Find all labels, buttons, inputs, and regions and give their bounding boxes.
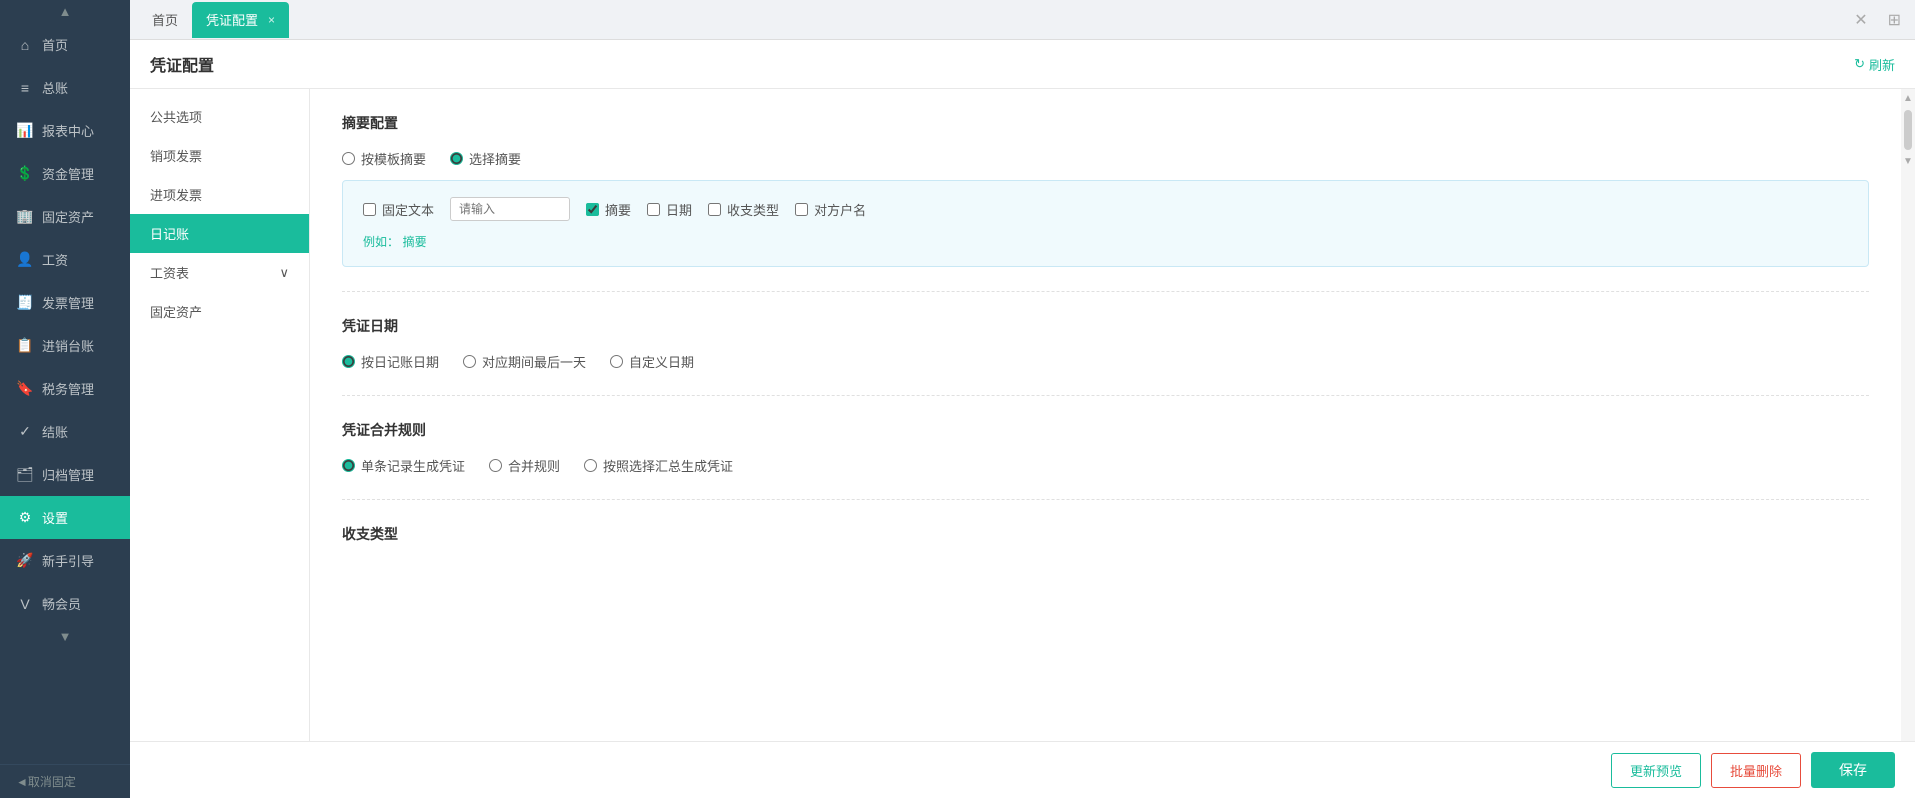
tab-voucher-config[interactable]: 凭证配置 ×	[192, 2, 289, 38]
checkbox-summary[interactable]: 摘要	[586, 200, 631, 219]
left-nav: 公共选项 销项发票 进项发票 日记账 工资表 ∨ 固定资产	[130, 89, 310, 741]
nav-journal[interactable]: 日记账	[130, 214, 309, 253]
maximize-button[interactable]: ⊞	[1882, 8, 1907, 32]
sidebar-item-funds[interactable]: 💲 资金管理	[0, 152, 130, 195]
nav-fixed-assets[interactable]: 固定资产	[130, 292, 309, 331]
tax-icon: 🔖	[16, 380, 34, 397]
summary-radio-template[interactable]: 按模板摘要	[342, 149, 426, 168]
summary-section: 摘要配置 按模板摘要 选择摘要	[342, 113, 1869, 292]
date-radio-custom[interactable]: 自定义日期	[610, 352, 694, 371]
page-title: 凭证配置	[150, 52, 214, 76]
tab-close-icon[interactable]: ×	[268, 13, 275, 27]
summary-radio-group: 按模板摘要 选择摘要	[342, 149, 1869, 168]
tab-bar: 首页 凭证配置 × ✕ ⊞	[130, 0, 1915, 40]
save-button[interactable]: 保存	[1811, 752, 1895, 788]
sidebar-item-vip[interactable]: V 畅会员	[0, 582, 130, 625]
main-area: 首页 凭证配置 × ✕ ⊞ 凭证配置 ↻ 刷新 公共选项	[130, 0, 1915, 798]
example-value: 摘要	[403, 235, 427, 249]
sidebar-item-ledger[interactable]: ≡ 总账	[0, 66, 130, 109]
merge-radio-group: 单条记录生成凭证 合并规则 按照选择汇总生成凭证	[342, 456, 1869, 475]
sidebar-item-assets[interactable]: 🏢 固定资产	[0, 195, 130, 238]
home-icon: ⌂	[16, 37, 34, 53]
bottom-bar: 更新预览 批量删除 保存	[130, 741, 1915, 798]
summary-radio-select[interactable]: 选择摘要	[450, 149, 521, 168]
date-section: 凭证日期 按日记账日期 对应期间最后一天 自定义日期	[342, 316, 1869, 396]
purchase-sales-icon: 📋	[16, 337, 34, 354]
scroll-up-arrow[interactable]: ▲	[1899, 89, 1915, 108]
merge-section-title: 凭证合并规则	[342, 420, 1869, 440]
checkbox-counterpart-name[interactable]: 对方户名	[795, 200, 866, 219]
fixed-text-input[interactable]	[450, 197, 570, 221]
right-content: 摘要配置 按模板摘要 选择摘要	[310, 89, 1901, 741]
checkbox-income-type[interactable]: 收支类型	[708, 200, 779, 219]
sidebar-item-home[interactable]: ⌂ 首页	[0, 23, 130, 66]
nav-sales-invoice[interactable]: 销项发票	[130, 136, 309, 175]
sidebar: ▲ ⌂ 首页 ≡ 总账 📊 报表中心 💲 资金管理 🏢 固定资产 👤 工资 🧾 …	[0, 0, 130, 798]
sidebar-item-invoice[interactable]: 🧾 发票管理	[0, 281, 130, 324]
settings-icon: ⚙	[16, 509, 34, 526]
archive-icon: 🗂	[16, 466, 34, 483]
sidebar-item-closing[interactable]: ✓ 结账	[0, 410, 130, 453]
nav-purchase-invoice[interactable]: 进项发票	[130, 175, 309, 214]
closing-icon: ✓	[16, 423, 34, 440]
sidebar-item-payroll[interactable]: 👤 工资	[0, 238, 130, 281]
invoice-icon: 🧾	[16, 294, 34, 311]
minimize-button[interactable]: ✕	[1848, 8, 1873, 32]
example-prefix: 例如：	[363, 235, 399, 249]
date-section-title: 凭证日期	[342, 316, 1869, 336]
window-controls: ✕ ⊞	[1848, 8, 1907, 32]
payroll-icon: 👤	[16, 251, 34, 268]
sidebar-item-archive[interactable]: 🗂 归档管理	[0, 453, 130, 496]
sidebar-item-settings[interactable]: ⚙ 设置	[0, 496, 130, 539]
batch-delete-button[interactable]: 批量删除	[1711, 753, 1801, 788]
nav-payroll-table[interactable]: 工资表 ∨	[130, 253, 309, 292]
checkbox-fixed-text[interactable]: 固定文本	[363, 200, 434, 219]
refresh-icon: ↻	[1854, 56, 1865, 72]
summary-config-box: 固定文本 摘要 日期	[342, 180, 1869, 267]
scroll-down-arrow[interactable]: ▼	[1899, 152, 1915, 171]
date-radio-journal[interactable]: 按日记账日期	[342, 352, 439, 371]
funds-icon: 💲	[16, 165, 34, 182]
sidebar-item-purchase-sales[interactable]: 📋 进销台账	[0, 324, 130, 367]
sidebar-item-guide[interactable]: 🚀 新手引导	[0, 539, 130, 582]
merge-section: 凭证合并规则 单条记录生成凭证 合并规则 按照选择汇总生成凭证	[342, 420, 1869, 500]
sidebar-item-reports[interactable]: 📊 报表中心	[0, 109, 130, 152]
merge-radio-single[interactable]: 单条记录生成凭证	[342, 456, 465, 475]
assets-icon: 🏢	[16, 208, 34, 225]
example-row: 例如： 摘要	[363, 233, 1848, 250]
update-preview-button[interactable]: 更新预览	[1611, 753, 1701, 788]
income-type-title: 收支类型	[342, 524, 1869, 544]
chevron-down-icon: ∨	[279, 265, 289, 281]
checkbox-date[interactable]: 日期	[647, 200, 692, 219]
guide-icon: 🚀	[16, 552, 34, 569]
nav-public-options[interactable]: 公共选项	[130, 97, 309, 136]
refresh-button[interactable]: ↻ 刷新	[1854, 55, 1895, 74]
summary-section-title: 摘要配置	[342, 113, 1869, 133]
ledger-icon: ≡	[16, 80, 34, 96]
body-layout: 公共选项 销项发票 进项发票 日记账 工资表 ∨ 固定资产	[130, 89, 1915, 741]
checkbox-row: 固定文本 摘要 日期	[363, 197, 1848, 221]
tab-home[interactable]: 首页	[138, 2, 192, 38]
content-area: 凭证配置 ↻ 刷新 公共选项 销项发票 进项发票 日记账	[130, 40, 1915, 798]
merge-radio-merge[interactable]: 合并规则	[489, 456, 560, 475]
sidebar-item-tax[interactable]: 🔖 税务管理	[0, 367, 130, 410]
scroll-thumb[interactable]	[1904, 110, 1912, 150]
sidebar-scroll-up[interactable]: ▲	[0, 0, 130, 23]
merge-radio-summary[interactable]: 按照选择汇总生成凭证	[584, 456, 733, 475]
scroll-edge: ▲ ▼	[1901, 89, 1915, 741]
vip-icon: V	[16, 596, 34, 612]
date-radio-group: 按日记账日期 对应期间最后一天 自定义日期	[342, 352, 1869, 371]
page-header: 凭证配置 ↻ 刷新	[130, 40, 1915, 89]
date-radio-last-day[interactable]: 对应期间最后一天	[463, 352, 586, 371]
income-type-section: 收支类型	[342, 524, 1869, 584]
cancel-fixed-button[interactable]: ◄取消固定	[0, 764, 130, 798]
sidebar-scroll-down[interactable]: ▼	[0, 625, 130, 648]
reports-icon: 📊	[16, 122, 34, 139]
